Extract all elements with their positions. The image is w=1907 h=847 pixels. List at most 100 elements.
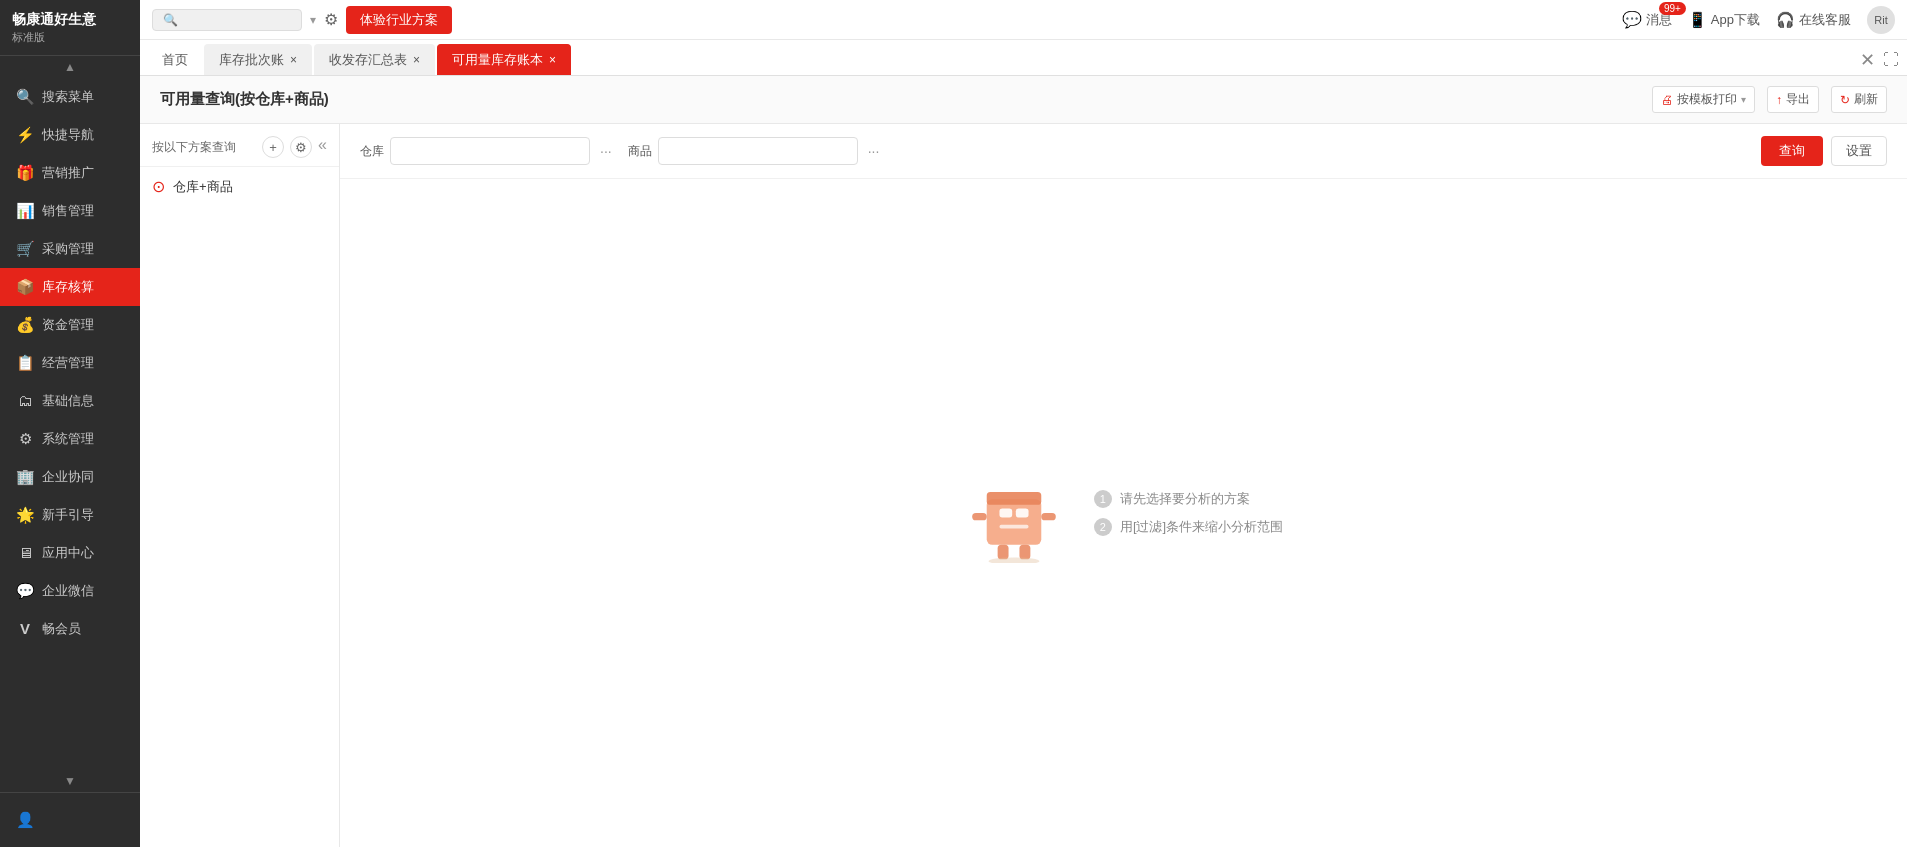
warehouse-field: 仓库 ···: [360, 137, 616, 165]
avatar-text: Rit: [1874, 14, 1887, 26]
search-action-buttons: 查询 设置: [1761, 136, 1887, 166]
svg-rect-1: [987, 492, 1042, 505]
tip-num-2: 2: [1094, 518, 1112, 536]
tab-available-close-icon[interactable]: ×: [549, 54, 556, 66]
tab-collect-close-icon[interactable]: ×: [413, 54, 420, 66]
page-title: 可用量查询(按仓库+商品): [160, 90, 329, 109]
gear-icon: ⚙: [16, 430, 34, 448]
app-download-label: App下载: [1711, 11, 1760, 29]
topbar-search-field[interactable]: 🔍: [152, 9, 302, 31]
export-button[interactable]: ↑ 导出: [1767, 86, 1819, 113]
search-input[interactable]: [182, 13, 292, 27]
filter-item-warehouse-goods[interactable]: ⊙ 仓库+商品: [140, 167, 339, 206]
sidebar-item-user[interactable]: 👤: [0, 801, 140, 839]
settings-button[interactable]: 设置: [1831, 136, 1887, 166]
tabs-right-actions: ✕ ⛶: [1860, 49, 1899, 75]
empty-tips: 1 请先选择要分析的方案 2 用[过滤]条件来缩小分析范围: [1094, 490, 1283, 536]
topbar-settings-icon[interactable]: ⚙: [324, 10, 338, 29]
shortcut-icon: ⚡: [16, 126, 34, 144]
sidebar-item-wechat[interactable]: 💬 企业微信: [0, 572, 140, 610]
svg-rect-4: [999, 525, 1028, 529]
chart-icon: 📊: [16, 202, 34, 220]
trial-industry-button[interactable]: 体验行业方案: [346, 6, 452, 34]
right-content: 仓库 ··· 商品 ··· 查询 设置: [340, 124, 1907, 847]
headset-icon: 🎧: [1776, 11, 1795, 29]
sidebar-item-label: 库存核算: [42, 278, 94, 296]
sidebar-item-finance[interactable]: 💰 资金管理: [0, 306, 140, 344]
gift-icon: 🎁: [16, 164, 34, 182]
sidebar-item-sales[interactable]: 📊 销售管理: [0, 192, 140, 230]
clipboard-icon: 📋: [16, 354, 34, 372]
sidebar-item-member[interactable]: V 畅会员: [0, 610, 140, 648]
message-button[interactable]: 💬 消息 99+: [1622, 10, 1672, 29]
app-version: 标准版: [12, 30, 128, 45]
close-all-tabs-icon[interactable]: ✕: [1860, 49, 1875, 71]
print-chevron-icon: ▾: [1741, 94, 1746, 105]
print-button[interactable]: 🖨 按模板打印 ▾: [1652, 86, 1755, 113]
app-download-button[interactable]: 📱 App下载: [1688, 11, 1760, 29]
sidebar-item-label: 新手引导: [42, 506, 94, 524]
tab-available[interactable]: 可用量库存账本 ×: [437, 44, 571, 75]
sidebar-item-label: 应用中心: [42, 544, 94, 562]
scroll-down-btn[interactable]: ▼: [0, 770, 140, 792]
query-button[interactable]: 查询: [1761, 136, 1823, 166]
wechat-icon: 💬: [16, 582, 34, 600]
topbar: 🔍 ▾ ⚙ 体验行业方案 💬 消息 99+ 📱 App下载 🎧 在线客服 Rit: [140, 0, 1907, 40]
building-icon: 🏢: [16, 468, 34, 486]
refresh-button[interactable]: ↻ 刷新: [1831, 86, 1887, 113]
warehouse-more-icon[interactable]: ···: [596, 143, 616, 159]
message-icon: 💬: [1622, 10, 1642, 29]
sidebar-item-enterprise[interactable]: 🏢 企业协同: [0, 458, 140, 496]
sidebar-item-search[interactable]: 🔍 搜索菜单: [0, 78, 140, 116]
tab-collect[interactable]: 收发存汇总表 ×: [314, 44, 435, 75]
message-badge: 99+: [1659, 2, 1686, 15]
user-avatar[interactable]: Rit: [1867, 6, 1895, 34]
sidebar-item-marketing[interactable]: 🎁 营销推广: [0, 154, 140, 192]
filter-settings-button[interactable]: ⚙: [290, 136, 312, 158]
settings-icon: ⚙: [295, 140, 307, 155]
dropdown-chevron-icon[interactable]: ▾: [310, 13, 316, 27]
page-header: 可用量查询(按仓库+商品) 🖨 按模板打印 ▾ ↑ 导出 ↻ 刷新: [140, 76, 1907, 124]
filter-add-button[interactable]: +: [262, 136, 284, 158]
page-actions: 🖨 按模板打印 ▾ ↑ 导出 ↻ 刷新: [1652, 86, 1887, 113]
sidebar-item-label: 搜索菜单: [42, 88, 94, 106]
search-bar: 仓库 ··· 商品 ··· 查询 设置: [340, 124, 1907, 179]
export-icon: ↑: [1776, 93, 1782, 107]
scroll-up-btn[interactable]: ▲: [0, 56, 140, 78]
star-icon: 🌟: [16, 506, 34, 524]
fullscreen-icon[interactable]: ⛶: [1883, 51, 1899, 69]
sidebar-item-purchase[interactable]: 🛒 采购管理: [0, 230, 140, 268]
sidebar-item-label: 畅会员: [42, 620, 81, 638]
customer-service-button[interactable]: 🎧 在线客服: [1776, 11, 1851, 29]
sidebar-item-newbie[interactable]: 🌟 新手引导: [0, 496, 140, 534]
sidebar-item-label: 基础信息: [42, 392, 94, 410]
svg-rect-2: [999, 508, 1012, 517]
filter-title: 按以下方案查询: [152, 139, 236, 156]
warehouse-input[interactable]: [390, 137, 590, 165]
tab-batch[interactable]: 库存批次账 ×: [204, 44, 312, 75]
plus-icon: +: [269, 140, 277, 155]
goods-more-icon[interactable]: ···: [864, 143, 884, 159]
sidebar-item-inventory[interactable]: 📦 库存核算: [0, 268, 140, 306]
sidebar-item-shortcut[interactable]: ⚡ 快捷导航: [0, 116, 140, 154]
sidebar-item-apps[interactable]: 🖥 应用中心: [0, 534, 140, 572]
sidebar-bottom: 👤: [0, 792, 140, 847]
money-icon: 💰: [16, 316, 34, 334]
tab-batch-close-icon[interactable]: ×: [290, 54, 297, 66]
sidebar-item-label: 销售管理: [42, 202, 94, 220]
refresh-label: 刷新: [1854, 91, 1878, 108]
goods-input[interactable]: [658, 137, 858, 165]
filter-action-buttons: + ⚙ «: [262, 136, 327, 158]
tab-batch-label: 库存批次账: [219, 51, 284, 69]
sidebar-item-basic[interactable]: 🗂 基础信息: [0, 382, 140, 420]
filter-item-label: 仓库+商品: [173, 178, 233, 196]
tab-home[interactable]: 首页: [148, 45, 202, 75]
sidebar-item-label: 采购管理: [42, 240, 94, 258]
sidebar: 畅康通好生意 标准版 ▲ 🔍 搜索菜单 ⚡ 快捷导航 🎁 营销推广 📊 销售管理…: [0, 0, 140, 847]
sidebar-item-operation[interactable]: 📋 经营管理: [0, 344, 140, 382]
collapse-icon: «: [318, 136, 327, 153]
tip-text-1: 请先选择要分析的方案: [1120, 490, 1250, 508]
filter-collapse-button[interactable]: «: [318, 136, 327, 158]
sidebar-item-system[interactable]: ⚙ 系统管理: [0, 420, 140, 458]
svg-rect-8: [1019, 545, 1030, 560]
